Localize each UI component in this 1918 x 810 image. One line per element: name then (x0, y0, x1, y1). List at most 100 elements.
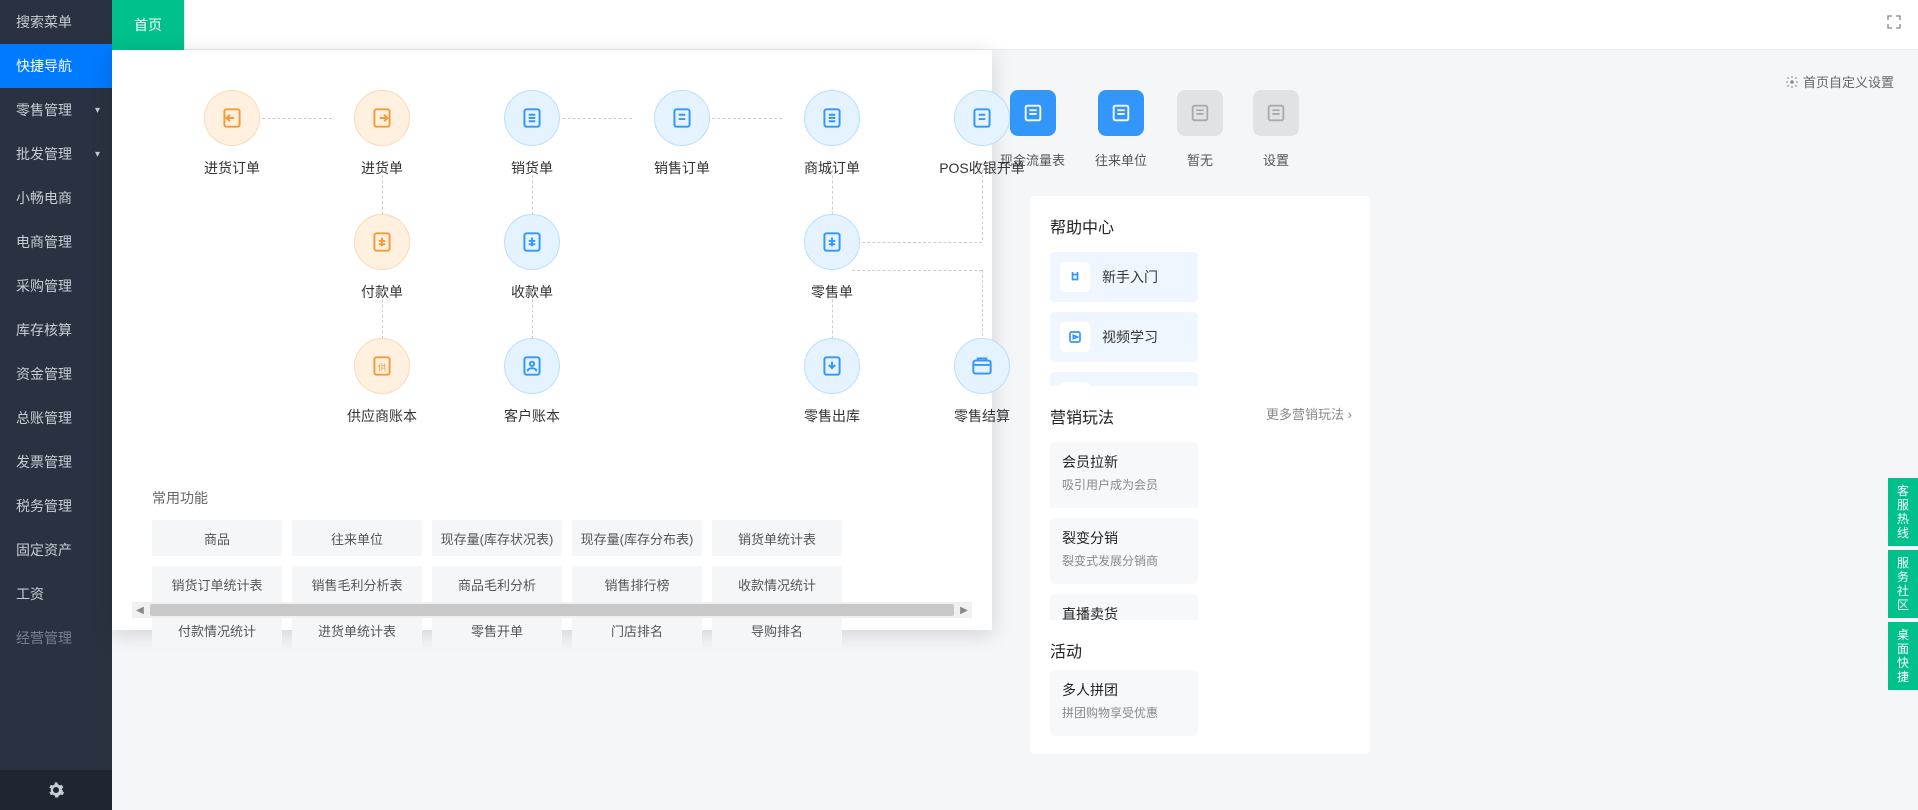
side-tag-hotline[interactable]: 客服热线 (1888, 478, 1918, 546)
common-btn-4[interactable]: 销货单统计表 (712, 520, 842, 556)
flow-label: 客户账本 (472, 406, 592, 426)
common-section-title: 常用功能 (152, 488, 972, 508)
quick-icon (1253, 90, 1299, 136)
flow-node-4[interactable]: 商城订单 (772, 90, 892, 178)
flow-label: 零售结算 (922, 406, 1042, 426)
common-btn-9[interactable]: 收款情况统计 (712, 566, 842, 602)
flow-icon (954, 338, 1010, 394)
mkt-card-1[interactable]: 裂变分销裂变式发展分销商 (1050, 518, 1198, 584)
help-btn-1[interactable]: 视频学习 (1050, 312, 1198, 362)
common-grid: 商品往来单位现存量(库存状况表)现存量(库存分布表)销货单统计表销货订单统计表销… (132, 520, 972, 648)
flow-icon (354, 90, 410, 146)
svg-text:供: 供 (378, 361, 387, 372)
sidebar-item-funds[interactable]: 资金管理 (0, 352, 112, 396)
sidebar: 搜索菜单 快捷导航 零售管理▾ 批发管理▾ 小畅电商 电商管理 采购管理 库存核… (0, 0, 112, 810)
sidebar-item-assets[interactable]: 固定资产 (0, 528, 112, 572)
common-btn-8[interactable]: 销售排行榜 (572, 566, 702, 602)
common-btn-2[interactable]: 现存量(库存状况表) (432, 520, 562, 556)
scroll-left-icon[interactable]: ◀ (132, 602, 148, 618)
flow-label: 进货单 (322, 158, 442, 178)
flow-node-10[interactable]: 客户账本 (472, 338, 592, 426)
quick-icon (1098, 90, 1144, 136)
chevron-down-icon: ▾ (95, 149, 100, 160)
sidebar-item-xiaochang[interactable]: 小畅电商 (0, 176, 112, 220)
quick-label: 暂无 (1177, 150, 1223, 169)
sidebar-item-quicknav[interactable]: 快捷导航 (0, 44, 112, 88)
sidebar-item-inventory[interactable]: 库存核算 (0, 308, 112, 352)
quicknav-flyout: 进货订单进货单销货单销售订单商城订单POS收银开单付款单收款单零售单供供应商账本… (112, 50, 992, 630)
mkt-card-title: 多人拼团 (1062, 680, 1186, 700)
flow-diagram: 进货订单进货单销货单销售订单商城订单POS收银开单付款单收款单零售单供供应商账本… (132, 80, 972, 480)
flow-label: 销售订单 (622, 158, 742, 178)
sidebar-item-tax[interactable]: 税务管理 (0, 484, 112, 528)
flow-node-7[interactable]: 收款单 (472, 214, 592, 302)
tabbar: 首页 (112, 0, 1918, 50)
common-btn-6[interactable]: 销售毛利分析表 (292, 566, 422, 602)
side-tag-community[interactable]: 服务社区 (1888, 550, 1918, 618)
quick-label: 往来单位 (1095, 150, 1147, 169)
fullscreen-button[interactable] (1870, 14, 1918, 35)
common-btn-0[interactable]: 商品 (152, 520, 282, 556)
flow-icon (804, 214, 860, 270)
flow-node-8[interactable]: 零售单 (772, 214, 892, 302)
scroll-right-icon[interactable]: ▶ (956, 602, 972, 618)
sidebar-item-purchase[interactable]: 采购管理 (0, 264, 112, 308)
common-btn-7[interactable]: 商品毛利分析 (432, 566, 562, 602)
tab-home[interactable]: 首页 (112, 0, 185, 50)
mkt-card-title: 会员拉新 (1062, 452, 1186, 472)
flow-label: 零售出库 (772, 406, 892, 426)
flow-icon (804, 338, 860, 394)
flow-node-6[interactable]: 付款单 (322, 214, 442, 302)
quick-label: 设置 (1253, 150, 1299, 169)
custom-settings-link[interactable]: 首页自定义设置 (1785, 72, 1894, 91)
horizontal-scrollbar[interactable]: ◀ ▶ (132, 602, 972, 618)
quick-icon (1177, 90, 1223, 136)
chevron-down-icon: ▾ (95, 105, 100, 116)
quick-item-1[interactable]: 往来单位 (1095, 90, 1147, 169)
sidebar-item-salary[interactable]: 工资 (0, 572, 112, 616)
flow-node-0[interactable]: 进货订单 (172, 90, 292, 178)
flow-node-3[interactable]: 销售订单 (622, 90, 742, 178)
flow-node-2[interactable]: 销货单 (472, 90, 592, 178)
sidebar-item-ecommerce[interactable]: 电商管理 (0, 220, 112, 264)
flow-label: 零售单 (772, 282, 892, 302)
side-tag-desktop[interactable]: 桌面快捷 (1888, 622, 1918, 690)
help-btn-0[interactable]: 新手入门 (1050, 252, 1198, 302)
flow-node-5[interactable]: POS收银开单 (922, 90, 1042, 178)
sidebar-item-search[interactable]: 搜索菜单 (0, 0, 112, 44)
fullscreen-icon (1886, 14, 1902, 30)
help-icon (1060, 322, 1090, 352)
gear-icon (47, 781, 65, 799)
flow-label: 收款单 (472, 282, 592, 302)
flow-node-1[interactable]: 进货单 (322, 90, 442, 178)
mkt-card-3[interactable]: 多人拼团拼团购物享受优惠 (1050, 670, 1198, 736)
marketing-more-link[interactable]: 更多营销玩法 › (1266, 404, 1352, 423)
quick-item-2[interactable]: 暂无 (1177, 90, 1223, 169)
sidebar-item-manage[interactable]: 经营管理 (0, 616, 112, 660)
marketing-panel: 营销玩法 更多营销玩法 › 会员拉新吸引用户成为会员裂变分销裂变式发展分销商直播… (1030, 386, 1370, 754)
flow-icon: 供 (354, 338, 410, 394)
mkt-card-0[interactable]: 会员拉新吸引用户成为会员 (1050, 442, 1198, 508)
gear-icon (1785, 75, 1799, 89)
sidebar-item-invoice[interactable]: 发票管理 (0, 440, 112, 484)
flow-node-11[interactable]: 零售出库 (772, 338, 892, 426)
flow-icon (804, 90, 860, 146)
flow-icon (204, 90, 260, 146)
sidebar-item-retail[interactable]: 零售管理▾ (0, 88, 112, 132)
scroll-handle[interactable] (150, 604, 954, 616)
flow-node-12[interactable]: 零售结算 (922, 338, 1042, 426)
sidebar-item-ledger[interactable]: 总账管理 (0, 396, 112, 440)
flow-node-9[interactable]: 供供应商账本 (322, 338, 442, 426)
help-label: 视频学习 (1102, 327, 1158, 347)
flow-icon (354, 214, 410, 270)
common-btn-1[interactable]: 往来单位 (292, 520, 422, 556)
side-tags: 客服热线 服务社区 桌面快捷 (1888, 478, 1918, 690)
quick-item-3[interactable]: 设置 (1253, 90, 1299, 169)
sidebar-item-wholesale[interactable]: 批发管理▾ (0, 132, 112, 176)
quick-actions-row: 现金流量表往来单位暂无设置 (1000, 90, 1299, 169)
flow-icon (504, 214, 560, 270)
common-btn-5[interactable]: 销货订单统计表 (152, 566, 282, 602)
help-title: 帮助中心 (1050, 214, 1350, 238)
sidebar-settings[interactable] (0, 770, 112, 810)
common-btn-3[interactable]: 现存量(库存分布表) (572, 520, 702, 556)
